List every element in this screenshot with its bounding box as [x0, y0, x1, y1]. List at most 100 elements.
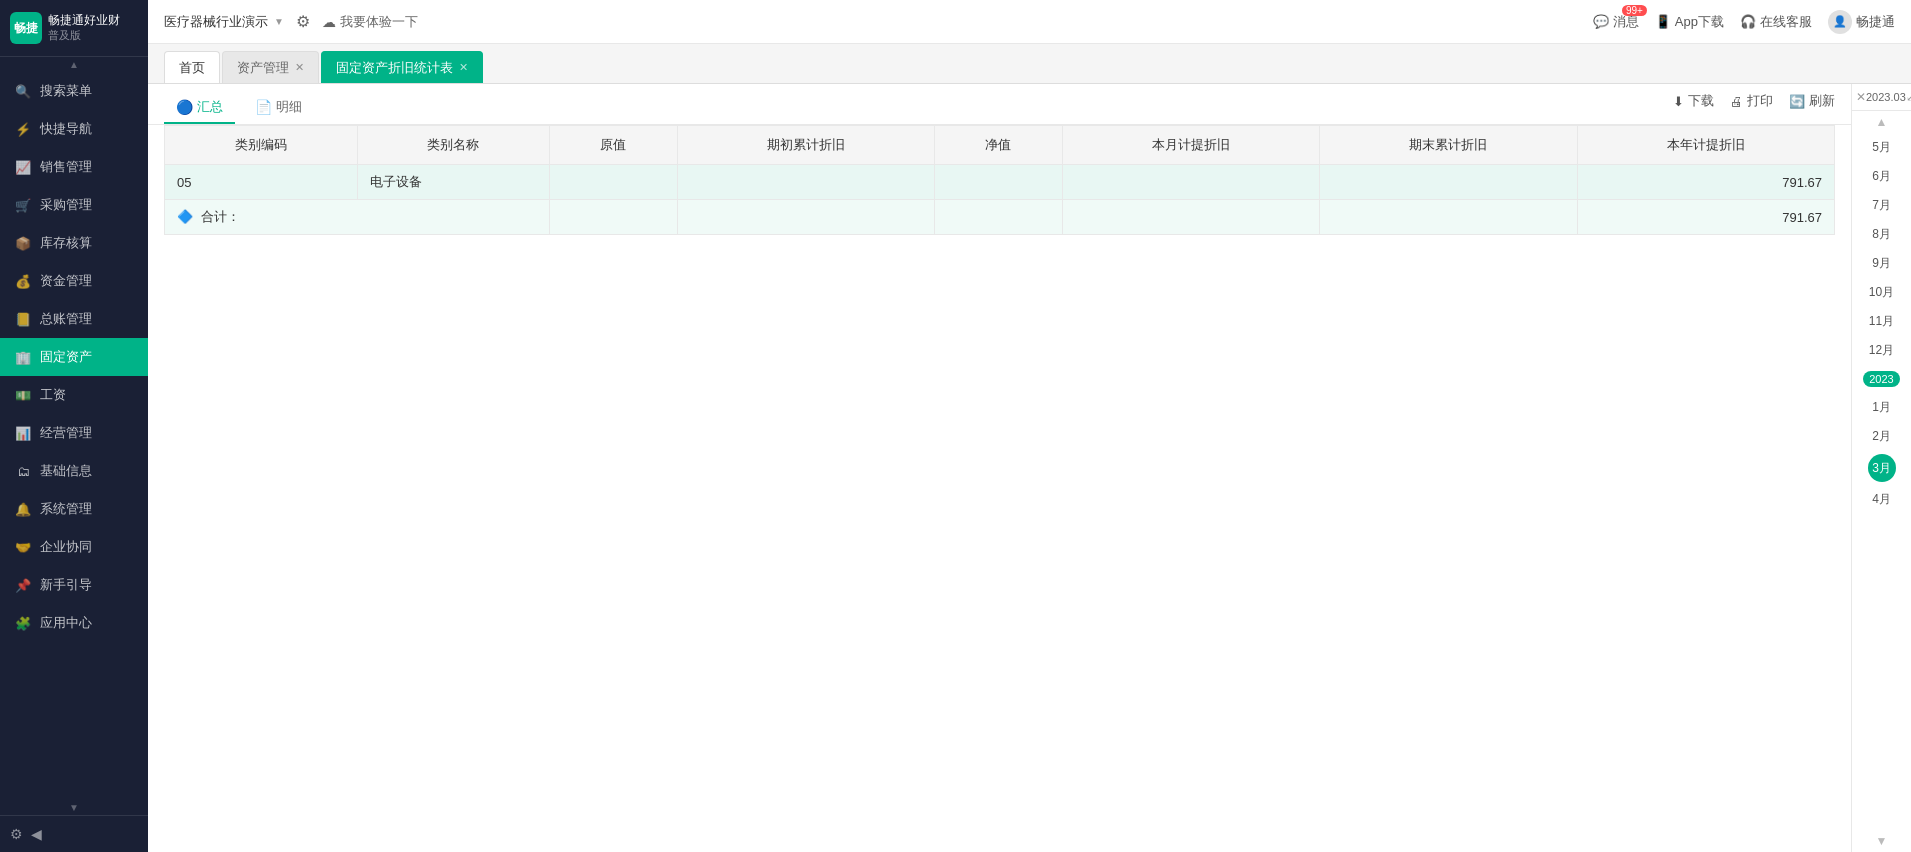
tab-depreciation-close[interactable]: ✕	[459, 61, 468, 74]
total-end-acc	[1320, 200, 1578, 235]
sidebar-item-app-center[interactable]: 🧩 应用中心	[0, 604, 148, 642]
year-badge-2023[interactable]: 2023	[1863, 371, 1899, 387]
date-down-arrow-icon: ▼	[1876, 834, 1888, 848]
enterprise-icon: 🤝	[14, 538, 32, 556]
year-2023-section: 2023 1月 2月 3月 4月	[1852, 365, 1911, 514]
cloud-icon: ☁	[322, 14, 336, 30]
sidebar-item-purchase[interactable]: 🛒 采购管理	[0, 186, 148, 224]
month-item-5[interactable]: 5月	[1864, 133, 1899, 162]
payroll-icon: 💵	[14, 386, 32, 404]
download-button[interactable]: ⬇ 下载	[1673, 92, 1714, 110]
search-icon: 🔍	[14, 82, 32, 100]
sidebar-item-search[interactable]: 🔍 搜索菜单	[0, 72, 148, 110]
total-original	[550, 200, 678, 235]
settings-icon[interactable]: ⚙	[10, 826, 23, 842]
logo-text: 畅捷通好业财 普及版	[48, 13, 120, 44]
date-panel-expand-icon[interactable]: ⤢	[1906, 90, 1911, 104]
cell-yearly-dep: 791.67	[1577, 165, 1835, 200]
col-header-name: 类别名称	[357, 126, 550, 165]
topbar-actions: 💬 消息 99+ 📱 App下载 🎧 在线客服 👤 畅捷通	[1593, 10, 1895, 34]
app-download-icon: 📱	[1655, 14, 1671, 29]
month-item-1[interactable]: 1月	[1864, 393, 1899, 422]
content-area: 🔵 汇总 📄 明细 ⬇ 下载 🖨 打印	[148, 84, 1911, 852]
month-item-10[interactable]: 10月	[1861, 278, 1902, 307]
messages-button[interactable]: 💬 消息 99+	[1593, 13, 1639, 31]
month-item-11[interactable]: 11月	[1861, 307, 1902, 336]
month-item-12[interactable]: 12月	[1861, 336, 1902, 365]
detail-tab-label: 明细	[276, 98, 302, 116]
date-panel-title: 2023.03	[1866, 91, 1906, 103]
sidebar-item-payroll[interactable]: 💵 工资	[0, 376, 148, 414]
user-profile[interactable]: 👤 畅捷通	[1828, 10, 1895, 34]
inventory-icon: 📦	[14, 234, 32, 252]
date-scroll-up[interactable]: ▲	[1872, 111, 1892, 133]
tabbar: 首页 资产管理 ✕ 固定资产折旧统计表 ✕	[148, 44, 1911, 84]
month-item-9[interactable]: 9月	[1864, 249, 1899, 278]
sidebar-item-sales[interactable]: 📈 销售管理	[0, 148, 148, 186]
col-header-initial-acc: 期初累计折旧	[677, 126, 935, 165]
messages-icon: 💬	[1593, 14, 1609, 29]
month-item-3-active[interactable]: 3月	[1868, 454, 1896, 482]
messages-badge: 99+	[1622, 5, 1647, 16]
online-service-label: 在线客服	[1760, 13, 1812, 31]
year-2023-label: 2023	[1852, 365, 1911, 393]
topbar: 医疗器械行业演示 ▼ ⚙ ☁ 我要体验一下 💬 消息 99+ 📱 App下载 🎧…	[148, 0, 1911, 44]
tab-depreciation-report[interactable]: 固定资产折旧统计表 ✕	[321, 51, 483, 83]
col-header-net: 净值	[935, 126, 1063, 165]
month-item-6[interactable]: 6月	[1864, 162, 1899, 191]
app-download-button[interactable]: 📱 App下载	[1655, 13, 1724, 31]
month-item-8[interactable]: 8月	[1864, 220, 1899, 249]
sidebar-item-finance[interactable]: 💰 资金管理	[0, 262, 148, 300]
logo-title: 畅捷通好业财	[48, 13, 120, 29]
sidebar-item-guide[interactable]: 📌 新手引导	[0, 566, 148, 604]
sidebar-item-inventory[interactable]: 📦 库存核算	[0, 224, 148, 262]
tab-detail[interactable]: 📄 明细	[243, 92, 314, 124]
refresh-button[interactable]: 🔄 刷新	[1789, 92, 1835, 110]
tab-asset-mgmt[interactable]: 资产管理 ✕	[222, 51, 319, 83]
date-up-arrow-icon: ▲	[1876, 115, 1888, 129]
logo-subtitle: 普及版	[48, 28, 120, 43]
company-selector[interactable]: 医疗器械行业演示 ▼	[164, 13, 284, 31]
experience-button[interactable]: ☁ 我要体验一下	[322, 13, 418, 31]
print-button[interactable]: 🖨 打印	[1730, 92, 1773, 110]
summary-tab-label: 汇总	[197, 98, 223, 116]
fixed-assets-icon: 🏢	[14, 348, 32, 366]
print-label: 打印	[1747, 92, 1773, 110]
tab-asset-mgmt-label: 资产管理	[237, 59, 289, 77]
sidebar-item-label: 总账管理	[40, 310, 92, 328]
logo-icon: 畅捷	[10, 12, 42, 44]
date-panel-scroll[interactable]: 5月 6月 7月 8月 9月 10月 11月 12月 2023 1月	[1852, 133, 1911, 830]
tab-home[interactable]: 首页	[164, 51, 220, 83]
month-item-7[interactable]: 7月	[1864, 191, 1899, 220]
company-dropdown-arrow: ▼	[274, 16, 284, 27]
tab-asset-mgmt-close[interactable]: ✕	[295, 61, 304, 74]
sidebar-item-label: 销售管理	[40, 158, 92, 176]
sidebar-item-system[interactable]: 🔔 系统管理	[0, 490, 148, 528]
sidebar-item-fixed-assets[interactable]: 🏢 固定资产	[0, 338, 148, 376]
table-container: 类别编码 类别名称 原值 期初累计折旧 净值 本月计提折旧 期末累计折旧 本年计…	[148, 125, 1851, 852]
date-panel-close-icon[interactable]: ✕	[1856, 90, 1866, 104]
sidebar-item-base-info[interactable]: 🗂 基础信息	[0, 452, 148, 490]
sales-icon: 📈	[14, 158, 32, 176]
topbar-settings-icon[interactable]: ⚙	[296, 12, 310, 31]
sidebar-scroll-down[interactable]: ▼	[69, 802, 79, 813]
online-service-button[interactable]: 🎧 在线客服	[1740, 13, 1812, 31]
sidebar-scroll-up[interactable]: ▲	[69, 59, 79, 70]
sidebar-item-ledger[interactable]: 📒 总账管理	[0, 300, 148, 338]
sidebar-item-enterprise[interactable]: 🤝 企业协同	[0, 528, 148, 566]
cell-end-acc	[1320, 165, 1578, 200]
total-row: 🔷 合计： 791.67	[165, 200, 1835, 235]
month-item-4[interactable]: 4月	[1864, 485, 1899, 514]
summary-tab-icon: 🔵	[176, 99, 193, 115]
table-row: 05 电子设备 791.67	[165, 165, 1835, 200]
sidebar-item-quick-nav[interactable]: ⚡ 快捷导航	[0, 110, 148, 148]
date-scroll-down[interactable]: ▼	[1872, 830, 1892, 852]
avatar: 👤	[1828, 10, 1852, 34]
tab-home-label: 首页	[179, 59, 205, 77]
finance-icon: 💰	[14, 272, 32, 290]
sidebar-logo: 畅捷 畅捷通好业财 普及版	[0, 0, 148, 57]
collapse-icon[interactable]: ◀	[31, 826, 42, 842]
tab-summary[interactable]: 🔵 汇总	[164, 92, 235, 124]
month-item-2[interactable]: 2月	[1864, 422, 1899, 451]
sidebar-item-operations[interactable]: 📊 经营管理	[0, 414, 148, 452]
